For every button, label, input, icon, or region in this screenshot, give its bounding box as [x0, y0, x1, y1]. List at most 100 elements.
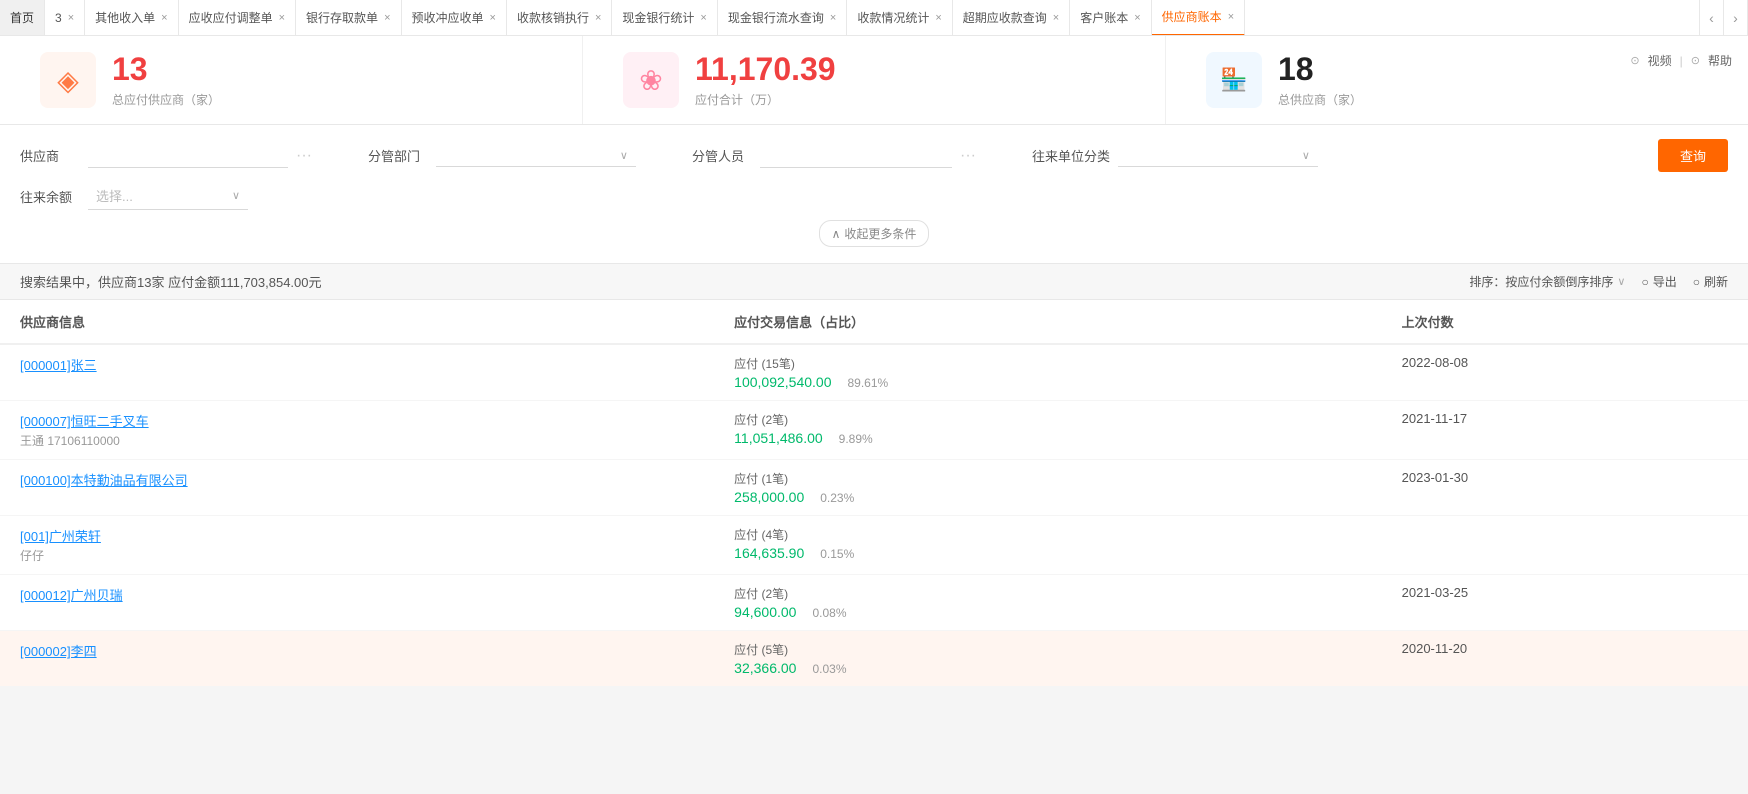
export-icon: ○ [1641, 275, 1648, 289]
nav-tab-label-receipt-exec: 收款核销执行 [517, 9, 589, 26]
nav-tab-label-customer-ledger: 客户账本 [1080, 9, 1128, 26]
balance-select-placeholder: 选择... [96, 186, 133, 205]
tx-cell-4: 应付 (2笔)94,600.000.08% [714, 575, 1381, 631]
dept-chevron-icon: ∨ [620, 149, 628, 162]
person-input[interactable] [760, 144, 952, 168]
nav-tab-cash-flow[interactable]: 现金银行流水查询 × [718, 0, 847, 36]
nav-tab-supplier-ledger[interactable]: 供应商账本 × [1152, 0, 1245, 36]
tx-label-3: 应付 (4笔) [734, 526, 1361, 543]
last-payment-cell-1: 2021-11-17 [1382, 401, 1748, 460]
collapse-label: 收起更多条件 [844, 225, 916, 242]
help-link[interactable]: 帮助 [1708, 52, 1732, 69]
nav-tab-other-income[interactable]: 其他收入单 × [85, 0, 178, 36]
nav-tab-adjustment[interactable]: 应收应付调整单 × [179, 0, 296, 36]
nav-tab-label-overdue-query: 超期应收款查询 [963, 9, 1047, 26]
collapse-button[interactable]: ∧ 收起更多条件 [819, 220, 930, 247]
stat-label-payable-suppliers: 总应付供应商（家） [112, 91, 220, 108]
supplier-link-4[interactable]: [000012]广州贝瑞 [20, 588, 123, 603]
stats-bar: ◈ 13 总应付供应商（家） ❀ 11,170.39 应付合计（万） 🏪 18 … [0, 36, 1748, 125]
table-row: [000007]恒旺二手叉车王通 17106110000应付 (2笔)11,05… [0, 401, 1748, 460]
nav-tab-label-supplier-ledger: 供应商账本 [1162, 8, 1222, 25]
supplier-table: 供应商信息 应付交易信息（占比） 上次付数 [000001]张三应付 (15笔)… [0, 300, 1748, 687]
nav-arrows: ‹ › [1699, 0, 1748, 35]
last-payment-cell-0: 2022-08-08 [1382, 344, 1748, 401]
supplier-cell-3: [001]广州荣轩仔仔 [0, 516, 714, 575]
stat-icon-total-suppliers: 🏪 [1206, 52, 1262, 108]
nav-tab-close-cash-bank-stat[interactable]: × [700, 12, 706, 24]
supplier-input[interactable] [88, 144, 288, 168]
category-chevron-icon: ∨ [1302, 149, 1310, 162]
nav-tab-cash-bank-stat[interactable]: 现金银行统计× [612, 0, 717, 36]
dept-select[interactable]: ∨ [436, 145, 636, 167]
nav-tab-close-supplier-ledger[interactable]: × [1228, 11, 1234, 23]
supplier-sub-3: 仔仔 [20, 547, 694, 564]
nav-tab-label-home: 首页 [10, 9, 34, 26]
nav-tab-close-receipt-exec[interactable]: × [595, 12, 601, 24]
nav-tab-receipt-stat[interactable]: 收款情况统计× [847, 0, 952, 36]
supplier-link-2[interactable]: [000100]本特勤油品有限公司 [20, 473, 188, 488]
tx-row-2: 258,000.000.23% [734, 487, 1361, 505]
category-select[interactable]: ∨ [1118, 145, 1318, 167]
tx-percent-3: 0.15% [820, 547, 854, 561]
supplier-link-1[interactable]: [000007]恒旺二手叉车 [20, 414, 149, 429]
stat-label-payable: 应付合计（万） [695, 91, 836, 108]
video-link[interactable]: 视频 [1648, 52, 1672, 69]
result-actions: 排序：按应付余额倒序排序 ∨ ○ 导出 ○ 刷新 [1469, 273, 1728, 290]
refresh-label: 刷新 [1704, 273, 1728, 290]
tx-label-2: 应付 (1笔) [734, 470, 1361, 487]
table-container: 供应商信息 应付交易信息（占比） 上次付数 [000001]张三应付 (15笔)… [0, 300, 1748, 687]
stat-num-payable-suppliers: 13 [112, 52, 220, 87]
nav-tab-tab3[interactable]: 3× [45, 0, 85, 36]
nav-tab-label-tab3: 3 [55, 11, 62, 25]
nav-tab-close-cash-flow[interactable]: × [830, 12, 836, 24]
sort-select[interactable]: 排序：按应付余额倒序排序 ∨ [1469, 273, 1625, 290]
tx-amount-3: 164,635.90 [734, 545, 804, 561]
nav-tab-close-customer-ledger[interactable]: × [1134, 12, 1140, 24]
nav-tab-close-tab3[interactable]: × [68, 12, 74, 24]
col-last-payment: 上次付数 [1382, 300, 1748, 344]
table-row: [000012]广州贝瑞应付 (2笔)94,600.000.08%2021-03… [0, 575, 1748, 631]
dept-filter-label: 分管部门 [368, 146, 428, 165]
tx-cell-3: 应付 (4笔) 164,635.90 0.15% [714, 516, 1381, 575]
last-payment-cell-5: 2020-11-20 [1382, 631, 1748, 687]
nav-tab-prepay-offset[interactable]: 预收冲应收单× [402, 0, 507, 36]
balance-select[interactable]: 选择... ∨ [88, 182, 248, 210]
nav-prev-arrow[interactable]: ‹ [1700, 0, 1724, 36]
table-header: 供应商信息 应付交易信息（占比） 上次付数 [0, 300, 1748, 344]
person-dots-icon[interactable]: ··· [960, 147, 976, 165]
result-summary: 搜索结果中，供应商13家 应付金额111,703,854.00元 [20, 272, 322, 291]
nav-tab-label-other-income: 其他收入单 [95, 9, 155, 26]
nav-tab-close-overdue-query[interactable]: × [1053, 12, 1059, 24]
top-nav: 首页3×其他收入单×应收应付调整单×银行存取款单×预收冲应收单×收款核销执行×现… [0, 0, 1748, 36]
supplier-link-3[interactable]: [001]广州荣轩 [20, 529, 101, 544]
nav-tab-bank-deposit[interactable]: 银行存取款单× [296, 0, 401, 36]
tx-label-5: 应付 (5笔) [734, 641, 1361, 658]
tx-cell-5: 应付 (5笔)32,366.000.03% [714, 631, 1381, 687]
query-button[interactable]: 查询 [1658, 139, 1728, 172]
supplier-dots-icon[interactable]: ··· [296, 147, 312, 165]
top-right-links: ⊙ 视频 | ⊙ 帮助 [1630, 52, 1732, 69]
tx-percent-0: 89.61% [848, 376, 889, 390]
export-button[interactable]: ○ 导出 [1641, 273, 1676, 290]
supplier-link-0[interactable]: [000001]张三 [20, 358, 97, 373]
nav-tab-home[interactable]: 首页 [0, 0, 45, 36]
nav-tab-label-cash-flow: 现金银行流水查询 [728, 9, 824, 26]
table-wrapper[interactable]: 供应商信息 应付交易信息（占比） 上次付数 [000001]张三应付 (15笔)… [0, 300, 1748, 687]
refresh-button[interactable]: ○ 刷新 [1693, 273, 1728, 290]
nav-next-arrow[interactable]: › [1724, 0, 1748, 36]
tx-cell-2: 应付 (1笔)258,000.000.23% [714, 460, 1381, 516]
nav-tab-receipt-exec[interactable]: 收款核销执行 × [507, 0, 612, 36]
video-icon: ⊙ [1630, 54, 1639, 67]
balance-filter-label: 往来余额 [20, 187, 80, 206]
tx-percent-4: 0.08% [812, 606, 846, 620]
nav-tab-close-receipt-stat[interactable]: × [935, 12, 941, 24]
refresh-icon: ○ [1693, 275, 1700, 289]
nav-tab-overdue-query[interactable]: 超期应收款查询 × [953, 0, 1070, 36]
nav-tab-close-adjustment[interactable]: × [279, 12, 285, 24]
supplier-link-5[interactable]: [000002]李四 [20, 644, 97, 659]
nav-tab-close-prepay-offset[interactable]: × [490, 12, 496, 24]
nav-tab-label-adjustment: 应收应付调整单 [189, 9, 273, 26]
nav-tab-customer-ledger[interactable]: 客户账本 × [1070, 0, 1151, 36]
nav-tab-close-bank-deposit[interactable]: × [384, 12, 390, 24]
nav-tab-close-other-income[interactable]: × [161, 12, 167, 24]
